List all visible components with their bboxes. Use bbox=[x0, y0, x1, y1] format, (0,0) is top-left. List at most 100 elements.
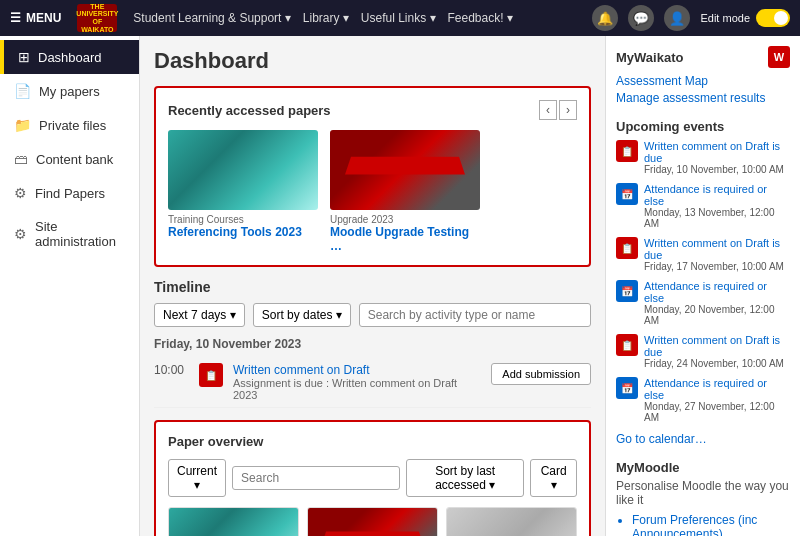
upcoming-event: 📋 Written comment on Draft is due Friday… bbox=[616, 237, 790, 272]
event-title[interactable]: Written comment on Draft is due bbox=[644, 334, 790, 358]
content-bank-icon: 🗃 bbox=[14, 151, 28, 167]
sidebar-item-private-files[interactable]: 📁 Private files bbox=[0, 108, 139, 142]
sidebar-item-label: Find Papers bbox=[35, 186, 105, 201]
assessment-map-link[interactable]: Assessment Map bbox=[616, 74, 790, 88]
top-nav-right: 🔔 💬 👤 Edit mode bbox=[592, 5, 790, 31]
sidebar-item-label: Content bank bbox=[36, 152, 113, 167]
recently-accessed-header: Recently accessed papers ‹ › bbox=[168, 100, 577, 120]
timeline-search-input[interactable] bbox=[359, 303, 591, 327]
carousel-next[interactable]: › bbox=[559, 100, 577, 120]
sidebar-item-find-papers[interactable]: ⚙ Find Papers bbox=[0, 176, 139, 210]
event-date: Friday, 10 November, 10:00 AM bbox=[644, 164, 790, 175]
sidebar-item-label: Private files bbox=[39, 118, 106, 133]
upcoming-events-title: Upcoming events bbox=[616, 119, 790, 134]
timeline-event: 10:00 📋 Written comment on Draft Assignm… bbox=[154, 357, 591, 408]
edit-mode-toggle[interactable]: Edit mode bbox=[700, 9, 790, 27]
event-blue-icon: 📅 bbox=[616, 280, 638, 302]
paper-grid-thumb bbox=[447, 508, 576, 536]
messages-icon[interactable]: 💬 bbox=[628, 5, 654, 31]
recent-papers-list: Training Courses Referencing Tools 2023 … bbox=[168, 130, 577, 253]
main-content: Dashboard Recently accessed papers ‹ › T… bbox=[140, 36, 605, 536]
hamburger-icon: ☰ bbox=[10, 11, 21, 25]
event-title[interactable]: Written comment on Draft is due bbox=[644, 140, 790, 164]
nav-useful-links[interactable]: Useful Links ▾ bbox=[361, 11, 436, 25]
add-submission-button[interactable]: Add submission bbox=[491, 363, 591, 385]
timeline-date: Friday, 10 November 2023 bbox=[154, 337, 591, 351]
forum-preferences-link[interactable]: Forum Preferences (inc Announcements) bbox=[632, 513, 790, 536]
green-grid-thumb bbox=[169, 508, 298, 536]
paper-filter-dropdown[interactable]: Current ▾ bbox=[168, 459, 226, 497]
event-icon: 📋 bbox=[199, 363, 223, 387]
paper-category: Training Courses bbox=[168, 214, 318, 225]
paper-search-input[interactable] bbox=[232, 466, 400, 490]
nav-feedback[interactable]: Feedback! ▾ bbox=[448, 11, 513, 25]
paper-thumbnail bbox=[168, 130, 318, 210]
paper-link[interactable]: Moodle Upgrade Testing … bbox=[330, 225, 480, 253]
event-title-link[interactable]: Written comment on Draft bbox=[233, 363, 481, 377]
logo-area: THE UNIVERSITYOFWAIKATO bbox=[77, 4, 117, 32]
event-date: Friday, 17 November, 10:00 AM bbox=[644, 261, 790, 272]
mywaikato-title: MyWaikato bbox=[616, 50, 683, 65]
edit-mode-label: Edit mode bbox=[700, 12, 750, 24]
timeline-filter-dropdown[interactable]: Next 7 days ▾ bbox=[154, 303, 245, 327]
event-red-icon: 📋 bbox=[616, 237, 638, 259]
event-date: Monday, 20 November, 12:00 AM bbox=[644, 304, 790, 326]
paper-category: Upgrade 2023 bbox=[330, 214, 480, 225]
sidebar-item-label: Dashboard bbox=[38, 50, 102, 65]
event-time: 10:00 bbox=[154, 363, 189, 377]
paper-grid-thumb bbox=[308, 508, 437, 536]
nav-library[interactable]: Library ▾ bbox=[303, 11, 349, 25]
recent-paper-card: Training Courses Referencing Tools 2023 bbox=[168, 130, 318, 253]
mywaikato-section: MyWaikato W Assessment Map Manage assess… bbox=[616, 46, 790, 105]
paper-card-dropdown[interactable]: Card ▾ bbox=[530, 459, 577, 497]
race-thumbnail bbox=[330, 130, 480, 210]
event-description: Assignment is due : Written comment on D… bbox=[233, 377, 481, 401]
upcoming-event: 📅 Attendance is required or else Monday,… bbox=[616, 377, 790, 423]
timeline-section: Timeline Next 7 days ▾ Sort by dates ▾ F… bbox=[154, 279, 591, 408]
nav-student-support[interactable]: Student Learning & Support ▾ bbox=[133, 11, 290, 25]
edit-mode-switch[interactable] bbox=[756, 9, 790, 27]
event-title[interactable]: Attendance is required or else bbox=[644, 377, 790, 401]
menu-button[interactable]: ☰ MENU bbox=[10, 11, 61, 25]
sidebar-item-dashboard[interactable]: ⊞ Dashboard bbox=[0, 40, 139, 74]
event-title[interactable]: Attendance is required or else bbox=[644, 183, 790, 207]
event-blue-icon: 📅 bbox=[616, 183, 638, 205]
event-info: Attendance is required or else Monday, 2… bbox=[644, 377, 790, 423]
event-info: Attendance is required or else Monday, 1… bbox=[644, 183, 790, 229]
event-title[interactable]: Written comment on Draft is due bbox=[644, 237, 790, 261]
timeline-sort-dropdown[interactable]: Sort by dates ▾ bbox=[253, 303, 351, 327]
paper-grid-card: Training Courses Referencing Tools 2023 … bbox=[168, 507, 299, 536]
waikato-w-badge: W bbox=[768, 46, 790, 68]
sidebar-item-content-bank[interactable]: 🗃 Content bank bbox=[0, 142, 139, 176]
page-title: Dashboard bbox=[154, 48, 591, 74]
private-files-icon: 📁 bbox=[14, 117, 31, 133]
user-avatar[interactable]: 👤 bbox=[664, 5, 690, 31]
sidebar-item-my-papers[interactable]: 📄 My papers bbox=[0, 74, 139, 108]
right-panel: MyWaikato W Assessment Map Manage assess… bbox=[605, 36, 800, 536]
top-navigation: ☰ MENU THE UNIVERSITYOFWAIKATO Student L… bbox=[0, 0, 800, 36]
carousel-nav: ‹ › bbox=[539, 100, 577, 120]
mymoodle-links-list: Forum Preferences (inc Announcements) No… bbox=[616, 513, 790, 536]
event-info: Attendance is required or else Monday, 2… bbox=[644, 280, 790, 326]
notifications-icon[interactable]: 🔔 bbox=[592, 5, 618, 31]
paper-link[interactable]: Referencing Tools 2023 bbox=[168, 225, 318, 239]
paper-grid-thumb bbox=[169, 508, 298, 536]
upcoming-event: 📋 Written comment on Draft is due Friday… bbox=[616, 334, 790, 369]
sidebar-item-site-admin[interactable]: ⚙ Site administration bbox=[0, 210, 139, 258]
university-logo: THE UNIVERSITYOFWAIKATO bbox=[77, 4, 117, 32]
carousel-prev[interactable]: ‹ bbox=[539, 100, 557, 120]
event-info: Written comment on Draft is due Friday, … bbox=[644, 237, 790, 272]
my-papers-icon: 📄 bbox=[14, 83, 31, 99]
paper-sort-dropdown[interactable]: Sort by last accessed ▾ bbox=[406, 459, 524, 497]
paper-overview-controls: Current ▾ Sort by last accessed ▾ Card ▾ bbox=[168, 459, 577, 497]
go-to-calendar-link[interactable]: Go to calendar… bbox=[616, 432, 707, 446]
manage-assessment-link[interactable]: Manage assessment results bbox=[616, 91, 790, 105]
event-title[interactable]: Attendance is required or else bbox=[644, 280, 790, 304]
timeline-title: Timeline bbox=[154, 279, 591, 295]
mymoodle-description: Personalise Moodle the way you like it bbox=[616, 479, 790, 507]
race-grid-thumb bbox=[308, 508, 437, 536]
sidebar-item-label: My papers bbox=[39, 84, 100, 99]
sidebar-item-label: Site administration bbox=[35, 219, 125, 249]
paper-thumbnail bbox=[330, 130, 480, 210]
recently-accessed-title: Recently accessed papers bbox=[168, 103, 331, 118]
